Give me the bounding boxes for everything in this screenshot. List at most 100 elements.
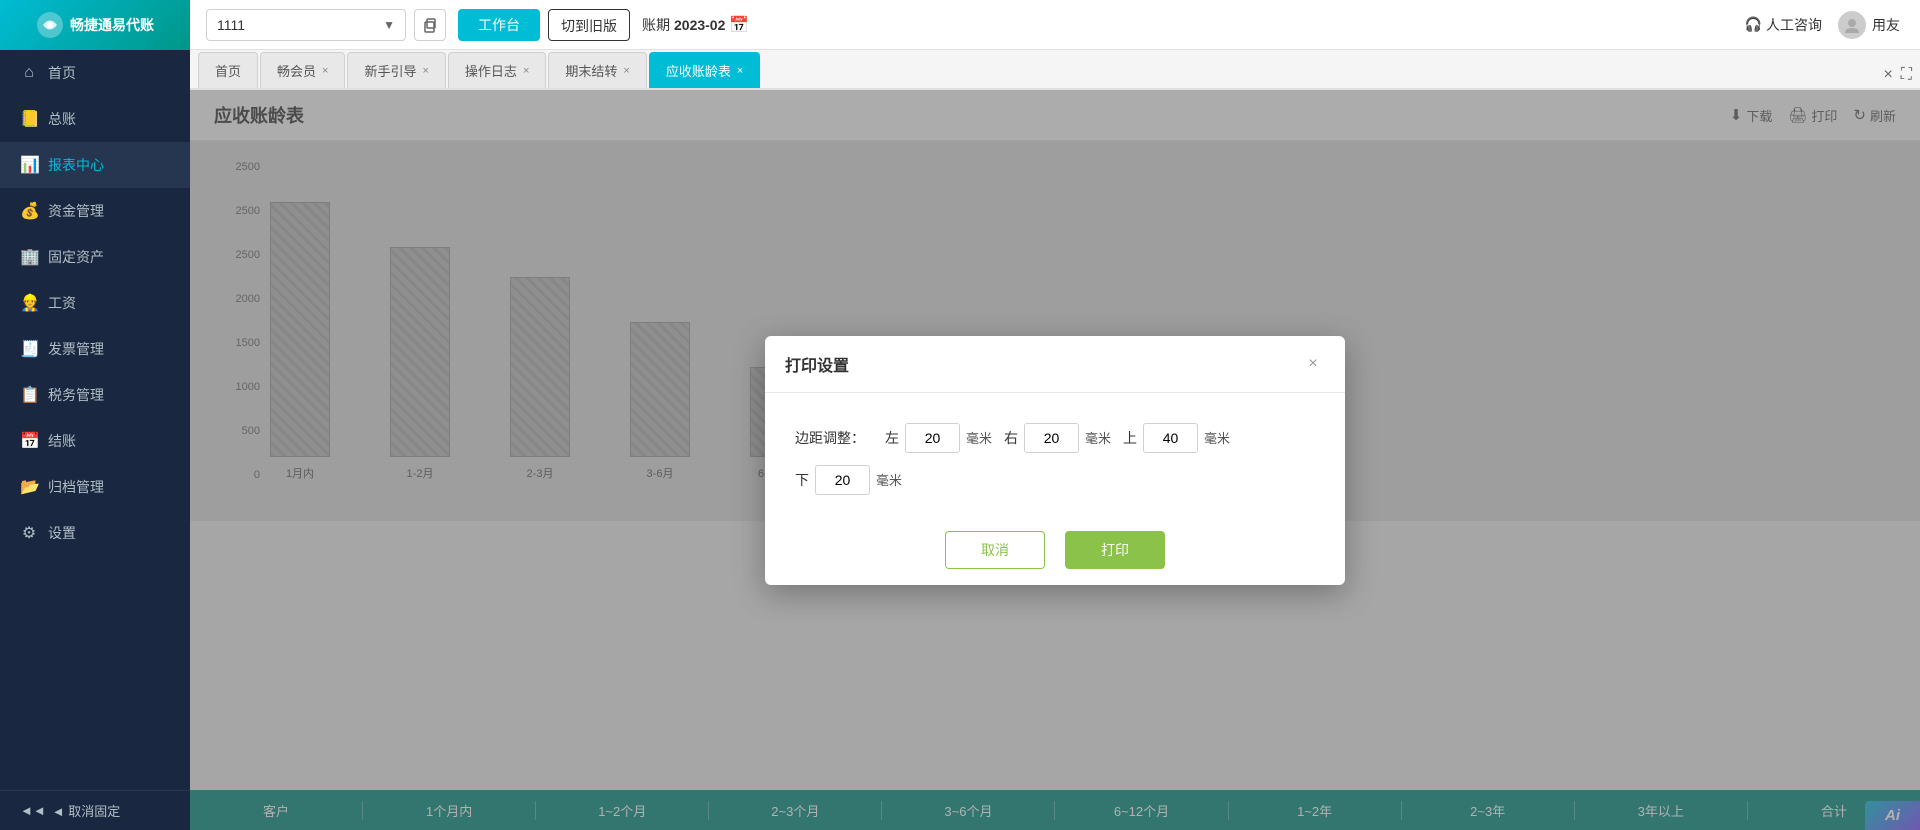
user-area[interactable]: 用友 xyxy=(1838,11,1900,39)
sidebar-item-salary[interactable]: 👷 工资 xyxy=(0,280,190,326)
sidebar-item-ledger[interactable]: 📒 总账 xyxy=(0,96,190,142)
tab-period-end-label: 期末结转 xyxy=(565,61,617,80)
tab-member-close[interactable]: × xyxy=(322,65,328,77)
tab-bar: 首页 畅会员 × 新手引导 × 操作日志 × 期末结转 × 应收账龄表 × xyxy=(190,50,1920,90)
sidebar-item-settings-label: 设置 xyxy=(48,523,76,543)
right-dir-label: 右 xyxy=(1004,428,1018,448)
bottom-dir-label: 下 xyxy=(795,470,809,490)
margin-right-group: 右 毫米 xyxy=(1004,423,1111,453)
assets-icon: 🏢 xyxy=(20,247,38,267)
sidebar: ⌂ 首页 📒 总账 📊 报表中心 💰 资金管理 🏢 固定资产 👷 工资 xyxy=(0,50,190,830)
sidebar-item-funds[interactable]: 💰 资金管理 xyxy=(0,188,190,234)
ledger-icon: 📒 xyxy=(20,109,38,129)
margin-left-group: 左 毫米 xyxy=(885,423,992,453)
user-name: 用友 xyxy=(1872,15,1900,35)
content-area: 首页 畅会员 × 新手引导 × 操作日志 × 期末结转 × 应收账龄表 × xyxy=(190,50,1920,830)
header-right: 🎧 人工咨询 用友 xyxy=(1745,11,1920,39)
collapse-label: ◄ 取消固定 xyxy=(52,801,120,820)
dropdown-arrow-icon: ▼ xyxy=(383,18,395,32)
tab-fullscreen-icon[interactable]: ⛶ xyxy=(1901,66,1912,84)
period-value: 2023-02 xyxy=(674,17,725,33)
settings-icon: ⚙ xyxy=(20,523,38,543)
header-middle: 1111 ▼ 工作台 切到旧版 账期 2023-02 📅 xyxy=(190,9,1745,41)
company-selector[interactable]: 1111 ▼ xyxy=(206,9,406,41)
avatar xyxy=(1838,11,1866,39)
consult-label: 人工咨询 xyxy=(1766,15,1822,35)
sidebar-item-invoice-label: 发票管理 xyxy=(48,339,104,359)
archive-icon: 📂 xyxy=(20,477,38,497)
tab-member-label: 畅会员 xyxy=(277,61,316,80)
tab-period-end-close[interactable]: × xyxy=(623,65,629,77)
confirm-print-button[interactable]: 打印 xyxy=(1065,531,1165,569)
tab-home[interactable]: 首页 xyxy=(198,52,258,88)
margin-right-input[interactable] xyxy=(1024,423,1079,453)
page-content: 应收账龄表 ⬇ 下载 🖨 打印 ↻ 刷新 xyxy=(190,90,1920,830)
calendar-icon[interactable]: 📅 xyxy=(729,15,749,35)
reports-icon: 📊 xyxy=(20,155,38,175)
sidebar-item-tax[interactable]: 📋 税务管理 xyxy=(0,372,190,418)
switch-old-button[interactable]: 切到旧版 xyxy=(548,9,630,41)
period-label: 账期 xyxy=(642,15,670,35)
sidebar-item-assets[interactable]: 🏢 固定资产 xyxy=(0,234,190,280)
modal-overlay: 打印设置 × 边距调整： 左 毫米 右 xyxy=(190,90,1920,830)
sidebar-item-settings[interactable]: ⚙ 设置 xyxy=(0,510,190,556)
margin-left-input[interactable] xyxy=(905,423,960,453)
margin-top-input[interactable] xyxy=(1143,423,1198,453)
tab-guide[interactable]: 新手引导 × xyxy=(347,52,445,88)
top-unit: 毫米 xyxy=(1204,428,1230,447)
sidebar-item-invoice[interactable]: 🧾 发票管理 xyxy=(0,326,190,372)
tab-actions: × ⛶ xyxy=(1883,66,1912,88)
sidebar-item-close-label: 结账 xyxy=(48,431,76,451)
company-name: 1111 xyxy=(217,17,377,33)
sidebar-item-home[interactable]: ⌂ 首页 xyxy=(0,50,190,96)
main-layout: ⌂ 首页 📒 总账 📊 报表中心 💰 资金管理 🏢 固定资产 👷 工资 xyxy=(0,50,1920,830)
cancel-button[interactable]: 取消 xyxy=(945,531,1045,569)
home-icon: ⌂ xyxy=(20,64,38,82)
tab-aging-label: 应收账龄表 xyxy=(666,61,731,80)
tab-log-close[interactable]: × xyxy=(523,65,529,77)
top-header: 畅捷通易代账 1111 ▼ 工作台 切到旧版 账期 2023-02 📅 🎧 人工… xyxy=(0,0,1920,50)
tab-guide-close[interactable]: × xyxy=(422,65,428,77)
sidebar-item-tax-label: 税务管理 xyxy=(48,385,104,405)
copy-icon xyxy=(422,17,438,33)
print-settings-modal: 打印设置 × 边距调整： 左 毫米 右 xyxy=(765,336,1345,585)
logo-icon xyxy=(36,11,64,39)
margin-label: 边距调整： xyxy=(795,428,865,448)
sidebar-item-close[interactable]: 📅 结账 xyxy=(0,418,190,464)
modal-header: 打印设置 × xyxy=(765,336,1345,393)
sidebar-item-ledger-label: 总账 xyxy=(48,109,76,129)
tab-aging[interactable]: 应收账龄表 × xyxy=(649,52,760,88)
tab-member[interactable]: 畅会员 × xyxy=(260,52,345,88)
tab-close-all-icon[interactable]: × xyxy=(1883,66,1892,84)
funds-icon: 💰 xyxy=(20,201,38,221)
tax-icon: 📋 xyxy=(20,385,38,405)
modal-close-button[interactable]: × xyxy=(1301,352,1325,376)
close-period-icon: 📅 xyxy=(20,431,38,451)
sidebar-item-salary-label: 工资 xyxy=(48,293,76,313)
modal-body: 边距调整： 左 毫米 右 毫米 xyxy=(765,393,1345,515)
tab-period-end[interactable]: 期末结转 × xyxy=(548,52,646,88)
workbench-button[interactable]: 工作台 xyxy=(458,9,540,41)
copy-button[interactable] xyxy=(414,9,446,41)
tab-aging-close[interactable]: × xyxy=(737,65,743,77)
margin-bottom-group: 下 毫米 xyxy=(795,465,902,495)
sidebar-item-reports[interactable]: 📊 报表中心 xyxy=(0,142,190,188)
consult-button[interactable]: 🎧 人工咨询 xyxy=(1745,15,1822,35)
modal-title: 打印设置 xyxy=(785,352,849,376)
logo-text: 畅捷通易代账 xyxy=(70,15,154,35)
tab-home-label: 首页 xyxy=(215,61,241,80)
salary-icon: 👷 xyxy=(20,293,38,313)
tab-log[interactable]: 操作日志 × xyxy=(448,52,546,88)
tab-log-label: 操作日志 xyxy=(465,61,517,80)
margin-bottom-input[interactable] xyxy=(815,465,870,495)
invoice-icon: 🧾 xyxy=(20,339,38,359)
right-unit: 毫米 xyxy=(1085,428,1111,447)
headset-icon: 🎧 xyxy=(1745,16,1762,33)
sidebar-item-home-label: 首页 xyxy=(48,63,76,83)
tab-guide-label: 新手引导 xyxy=(364,61,416,80)
sidebar-item-archive[interactable]: 📂 归档管理 xyxy=(0,464,190,510)
sidebar-item-funds-label: 资金管理 xyxy=(48,201,104,221)
margin-top-group: 上 毫米 xyxy=(1123,423,1230,453)
margin-row: 边距调整： 左 毫米 右 毫米 xyxy=(795,423,1315,495)
sidebar-collapse-button[interactable]: ◄◄ ◄ 取消固定 xyxy=(0,790,190,830)
